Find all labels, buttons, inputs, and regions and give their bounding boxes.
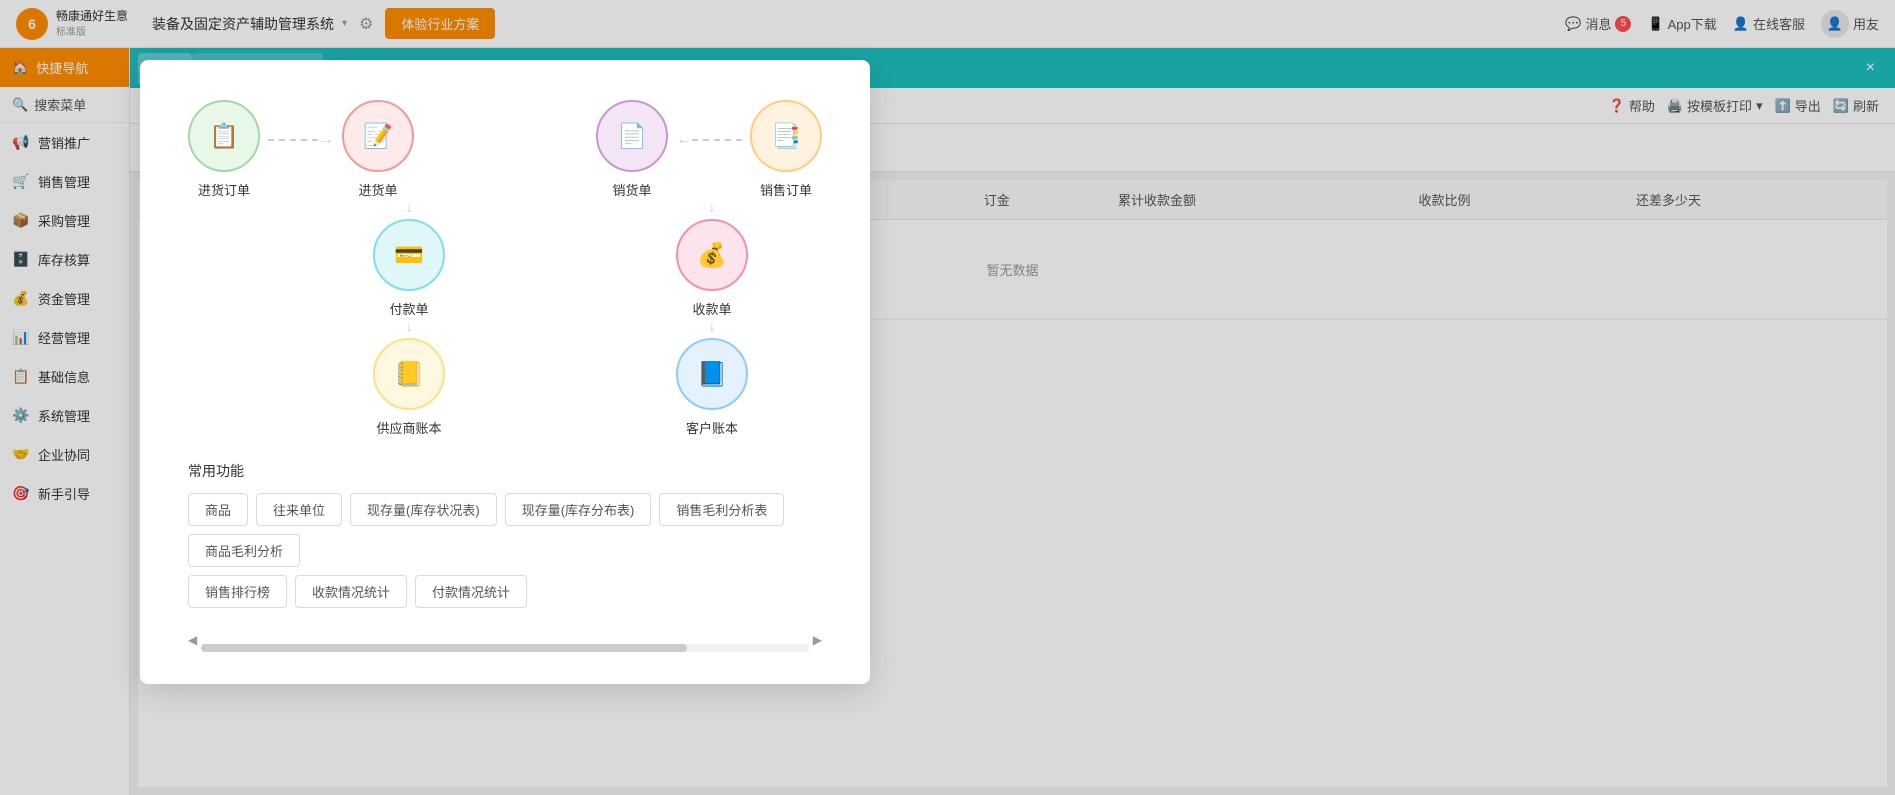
receipt-icon: 💰 <box>697 241 727 270</box>
payment-label: 付款单 <box>389 299 428 318</box>
popup-dialog: 📋 进货订单 → 📝 进货单 📄 <box>140 60 870 684</box>
func-btn-receipt-stat[interactable]: 收款情况统计 <box>295 575 407 608</box>
arrow-left-icon: ← <box>676 131 692 149</box>
node-customer-ledger[interactable]: 📘 客户账本 <box>676 338 748 437</box>
func-btn-product[interactable]: 商品 <box>188 493 248 526</box>
receipt-label: 收款单 <box>692 299 731 318</box>
node-sale-slip[interactable]: 📄 销货单 <box>596 100 668 199</box>
arrow-down-purchase-icon: ↓ <box>406 199 413 215</box>
sale-slip-icon: 📄 <box>617 122 647 151</box>
customer-ledger-circle[interactable]: 📘 <box>676 338 748 410</box>
node-sale-order[interactable]: 📑 销售订单 <box>750 100 822 199</box>
payment-circle[interactable]: 💳 <box>373 219 445 291</box>
flow-row-1: 📋 进货订单 → 📝 进货单 📄 <box>188 100 822 199</box>
sale-order-label: 销售订单 <box>760 180 812 199</box>
flow-row-2: 💳 付款单 💰 收款单 <box>188 219 822 318</box>
arrow-down-2: ↓ <box>676 199 748 215</box>
flow-arrows-down-row2: ↓ ↓ <box>188 318 822 334</box>
node-purchase-order[interactable]: 📋 进货订单 <box>188 100 260 199</box>
supplier-ledger-circle[interactable]: 📒 <box>373 338 445 410</box>
arrow-down-receipt: ↓ <box>676 318 748 334</box>
spacer-arrow-left <box>188 199 373 215</box>
node-purchase-slip[interactable]: 📝 进货单 <box>342 100 414 199</box>
supplier-ledger-label: 供应商账本 <box>376 418 441 437</box>
purchase-slip-icon: 📝 <box>363 122 393 151</box>
arrow-left: ← <box>668 131 750 149</box>
supplier-ledger-icon: 📒 <box>394 360 424 389</box>
payment-icon: 💳 <box>394 241 424 270</box>
func-btn-sales-rank[interactable]: 销售排行榜 <box>188 575 287 608</box>
arrow-down-payment: ↓ <box>373 318 445 334</box>
func-btn-product-margin[interactable]: 商品毛利分析 <box>188 534 300 567</box>
func-btn-stock-status[interactable]: 现存量(库存状况表) <box>350 493 497 526</box>
arrow-right-icon: → <box>318 131 334 149</box>
customer-ledger-icon: 📘 <box>697 360 727 389</box>
popup-scrollbar-thumb <box>201 644 687 652</box>
arrow-down-sale-icon: ↓ <box>709 199 716 215</box>
flow-row-3: 📒 供应商账本 📘 客户账本 <box>188 338 822 437</box>
sale-order-circle[interactable]: 📑 <box>750 100 822 172</box>
func-buttons-row2: 销售排行榜 收款情况统计 付款情况统计 <box>188 575 822 608</box>
arrow-down-payment-icon: ↓ <box>406 318 413 334</box>
purchase-order-circle[interactable]: 📋 <box>188 100 260 172</box>
sale-slip-circle[interactable]: 📄 <box>596 100 668 172</box>
func-btn-sales-margin[interactable]: 销售毛利分析表 <box>659 493 784 526</box>
customer-ledger-label: 客户账本 <box>686 418 738 437</box>
flow-arrows-down-row: ↓ ↓ <box>188 199 822 215</box>
purchase-slip-label: 进货单 <box>358 180 397 199</box>
scroll-left-icon[interactable]: ◀ <box>188 633 197 647</box>
node-supplier-ledger[interactable]: 📒 供应商账本 <box>373 338 445 437</box>
spacer-middle2 <box>445 318 676 334</box>
flow-diagram-area: 📋 进货订单 → 📝 进货单 📄 <box>164 84 846 453</box>
func-btn-payment-stat[interactable]: 付款情况统计 <box>415 575 527 608</box>
scroll-right-icon[interactable]: ▶ <box>813 633 822 647</box>
receipt-circle[interactable]: 💰 <box>676 219 748 291</box>
func-btn-counterpart[interactable]: 往来单位 <box>256 493 342 526</box>
arrow-down-1: ↓ <box>373 199 445 215</box>
sale-slip-label: 销货单 <box>612 180 651 199</box>
purchase-order-icon: 📋 <box>209 122 239 151</box>
func-buttons-row1: 商品 往来单位 现存量(库存状况表) 现存量(库存分布表) 销售毛利分析表 商品… <box>188 493 822 567</box>
common-functions-title: 常用功能 <box>188 461 822 481</box>
spacer-middle <box>445 199 676 215</box>
arrow-down-receipt-icon: ↓ <box>709 318 716 334</box>
spacer-arrow2-left <box>188 318 373 334</box>
purchase-order-label: 进货订单 <box>198 180 250 199</box>
sale-order-icon: 📑 <box>771 122 801 151</box>
dashed-line-1 <box>268 139 318 141</box>
node-payment[interactable]: 💳 付款单 <box>373 219 445 318</box>
arrow-right: → <box>260 131 342 149</box>
app-container: 6 畅康通好生意 标准版 装备及固定资产辅助管理系统 ▾ ⚙ 体验行业方案 💬 … <box>0 0 1895 795</box>
dashed-line-2 <box>692 139 742 141</box>
func-btn-stock-dist[interactable]: 现存量(库存分布表) <box>505 493 652 526</box>
popup-scrollbar-container: ◀ ▶ <box>164 628 846 660</box>
common-functions-section: 常用功能 商品 往来单位 现存量(库存状况表) 现存量(库存分布表) 销售毛利分… <box>164 461 846 620</box>
node-receipt[interactable]: 💰 收款单 <box>676 219 748 318</box>
popup-scrollbar[interactable] <box>201 644 809 652</box>
purchase-slip-circle[interactable]: 📝 <box>342 100 414 172</box>
